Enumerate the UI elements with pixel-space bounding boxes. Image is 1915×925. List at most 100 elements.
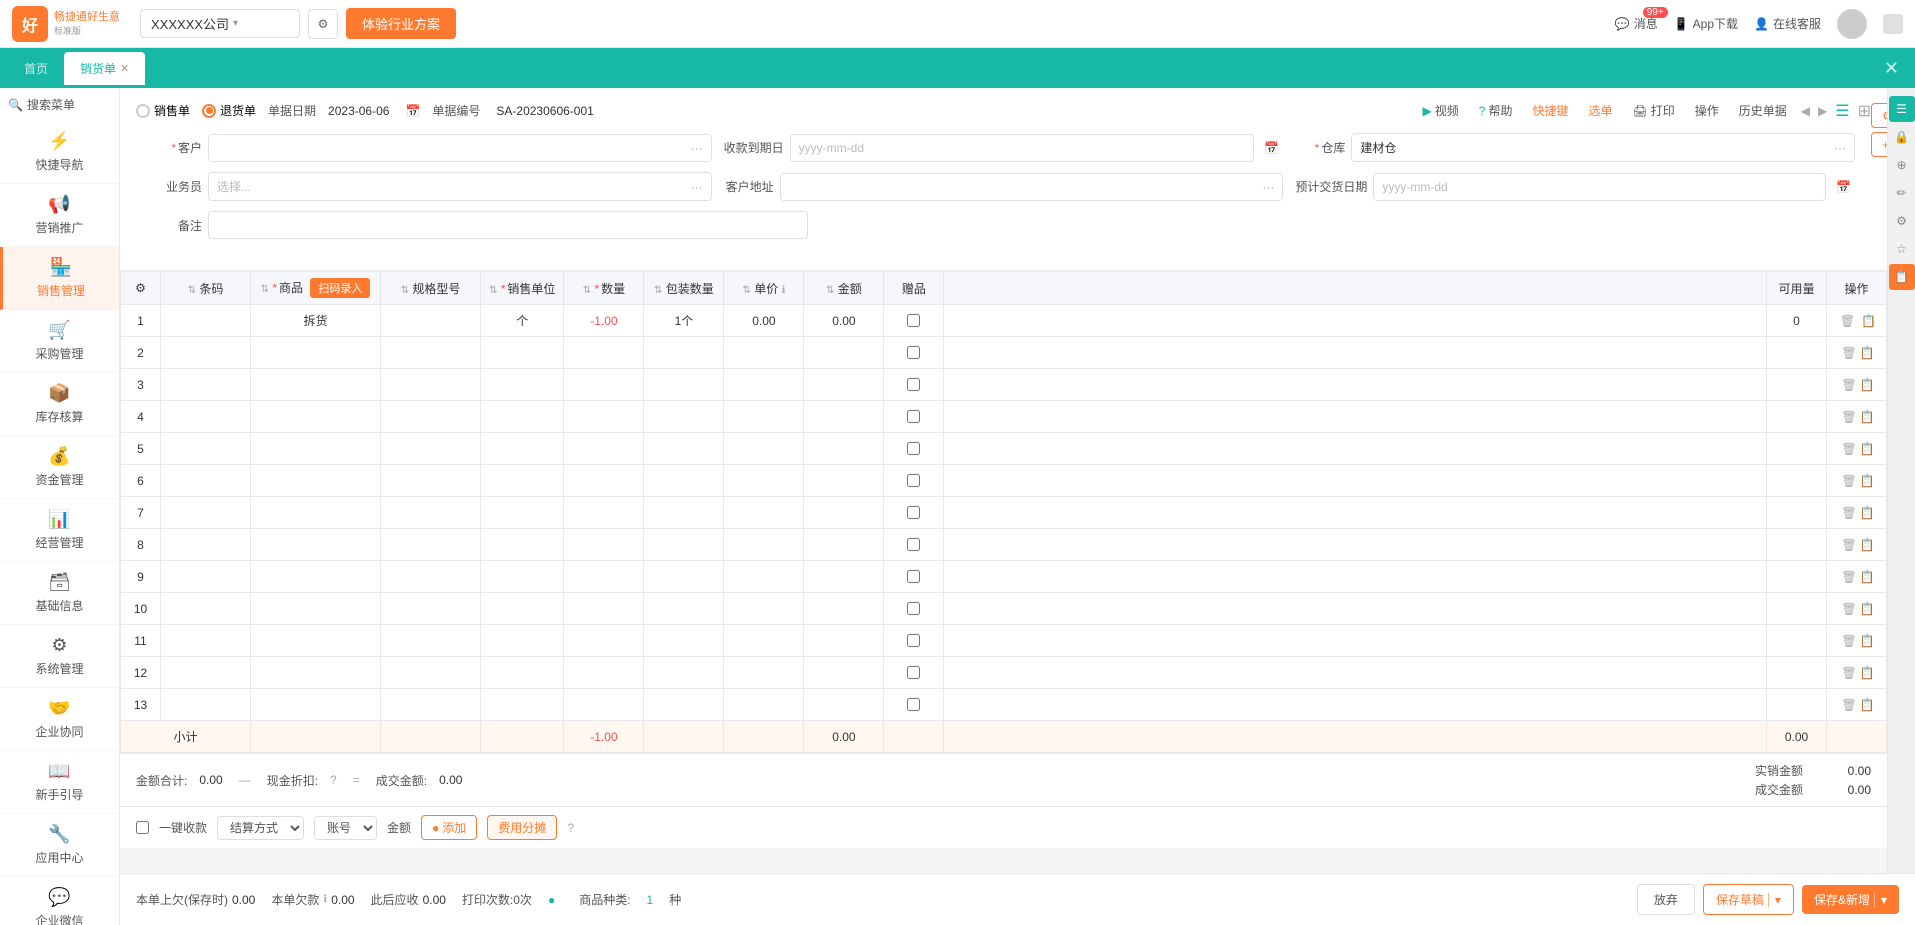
delete-row-icon[interactable]: 🗑 — [1841, 698, 1856, 712]
delete-row-icon[interactable]: 🗑 — [1841, 666, 1856, 680]
delete-row-icon[interactable]: 🗑 — [1841, 346, 1856, 360]
copy-row-icon[interactable]: 📋 — [1860, 506, 1875, 520]
copy-row-icon[interactable]: 📋 — [1860, 666, 1875, 680]
row-barcode[interactable] — [161, 305, 251, 337]
abandon-button[interactable]: 放弃 — [1637, 884, 1695, 915]
sidebar-item-purchase[interactable]: 🛒 采购管理 — [0, 310, 119, 373]
avatar[interactable] — [1837, 9, 1867, 39]
sidebar-item-wechat[interactable]: 💬 企业微信 — [0, 877, 119, 925]
right-panel-orange-icon[interactable]: 📋 — [1889, 264, 1915, 290]
tab-sale-order[interactable]: 销货单 ✕ — [64, 52, 145, 85]
price-info-icon[interactable]: ℹ — [782, 285, 786, 296]
scan-button[interactable]: 扫码录入 — [310, 278, 370, 298]
copy-row-icon[interactable]: 📋 — [1860, 634, 1875, 648]
tab-home[interactable]: 首页 — [8, 52, 64, 85]
online-service-btn[interactable]: 👤 在线客服 — [1754, 15, 1821, 32]
sidebar-item-finance[interactable]: 💰 资金管理 — [0, 436, 119, 499]
gift-checkbox[interactable] — [907, 378, 920, 391]
copy-row-icon[interactable]: 📋 — [1860, 538, 1875, 552]
sidebar-item-cooperation[interactable]: 🤝 企业协同 — [0, 688, 119, 751]
app-download-btn[interactable]: 📱 App下载 — [1674, 15, 1738, 32]
delete-row-icon[interactable]: 🗑 — [1840, 314, 1855, 328]
draft-caret-icon[interactable]: ▾ — [1768, 893, 1781, 907]
operate-btn[interactable]: 操作 — [1689, 100, 1725, 121]
gift-checkbox[interactable] — [907, 698, 920, 711]
setup-button[interactable]: ⚙ ⚙ 设置 — [1871, 103, 1887, 128]
gift-checkbox[interactable] — [907, 634, 920, 647]
copy-row-icon[interactable]: 📋 — [1861, 314, 1876, 328]
sort-icon-qty[interactable]: ⇅ — [583, 285, 591, 296]
delete-row-icon[interactable]: 🗑 — [1841, 410, 1856, 424]
video-btn[interactable]: ▶ 视频 — [1417, 100, 1465, 121]
delivery-date-input[interactable]: yyyy-mm-dd — [1373, 173, 1826, 201]
save-draft-button[interactable]: 保存草稿 ▾ — [1703, 884, 1794, 915]
delete-row-icon[interactable]: 🗑 — [1841, 442, 1856, 456]
nav-next-icon[interactable]: ▶ — [1818, 104, 1827, 118]
row-pack-qty[interactable]: 1个 — [644, 305, 724, 337]
grid-view-icon[interactable]: ⊞ — [1858, 101, 1871, 121]
settings-gear-icon[interactable]: ⚙ — [135, 281, 146, 295]
sidebar-item-marketing[interactable]: 📢 营销推广 — [0, 184, 119, 247]
delete-row-icon[interactable]: 🗑 — [1841, 378, 1856, 392]
product-type-icon[interactable]: ● — [548, 893, 555, 907]
payment-method-select[interactable]: 结算方式 — [217, 816, 304, 840]
copy-row-icon[interactable]: 📋 — [1860, 442, 1875, 456]
gift-checkbox[interactable] — [907, 570, 920, 583]
sort-icon-product[interactable]: ⇅ — [261, 284, 269, 295]
gift-checkbox[interactable] — [907, 538, 920, 551]
delete-row-icon[interactable]: 🗑 — [1841, 474, 1856, 488]
tab-close-icon[interactable]: ✕ — [120, 62, 129, 75]
help-btn[interactable]: ? 帮助 — [1473, 100, 1519, 121]
sort-icon-amount[interactable]: ⇅ — [826, 285, 834, 296]
shortcut-btn[interactable]: 快捷键 — [1526, 100, 1574, 121]
sidebar-item-basic[interactable]: 🗃 基础信息 — [0, 562, 119, 625]
sort-icon-spec[interactable]: ⇅ — [401, 285, 409, 296]
delete-row-icon[interactable]: 🗑 — [1841, 602, 1856, 616]
sidebar-item-system[interactable]: ⚙ 系统管理 — [0, 625, 119, 688]
sidebar-item-apps[interactable]: 🔧 应用中心 — [0, 814, 119, 877]
payment-due-calendar-icon[interactable]: 📅 — [1260, 141, 1283, 155]
right-panel-list-icon[interactable]: ☰ — [1889, 96, 1915, 122]
add-payment-button[interactable]: ● 添加 — [421, 815, 477, 840]
delivery-date-calendar-icon[interactable]: 📅 — [1832, 180, 1855, 194]
row-spec[interactable] — [381, 305, 481, 337]
payment-due-input[interactable]: yyyy-mm-dd — [790, 134, 1255, 162]
print-btn[interactable]: 🖨 打印 — [1627, 100, 1681, 121]
warehouse-input[interactable]: 建材仓 ··· — [1351, 133, 1855, 162]
discount-help-icon[interactable]: ? — [330, 773, 337, 787]
customer-addr-input[interactable]: ··· — [780, 173, 1284, 201]
copy-row-icon[interactable]: 📋 — [1860, 570, 1875, 584]
copy-row-icon[interactable]: 📋 — [1860, 410, 1875, 424]
gift-checkbox[interactable] — [907, 410, 920, 423]
choose-btn[interactable]: 选单 — [1582, 100, 1618, 121]
right-panel-lock-icon[interactable]: 🔒 — [1889, 124, 1915, 150]
expense-help-icon[interactable]: ? — [567, 821, 574, 835]
copy-row-icon[interactable]: 📋 — [1860, 346, 1875, 360]
one-click-checkbox[interactable] — [136, 821, 149, 834]
sidebar-item-sales[interactable]: 🏪 销售管理 — [0, 247, 119, 310]
product-type-val[interactable]: 1 — [647, 893, 654, 907]
right-panel-edit-icon[interactable]: ✏ — [1889, 180, 1915, 206]
sort-icon-pack[interactable]: ⇅ — [654, 285, 662, 296]
sidebar-item-guide[interactable]: 📖 新手引导 — [0, 751, 119, 814]
salesperson-input[interactable]: 选择... ··· — [208, 172, 712, 201]
copy-row-icon[interactable]: 📋 — [1860, 378, 1875, 392]
row-product[interactable]: 拆货 — [251, 305, 381, 337]
delete-row-icon[interactable]: 🗑 — [1841, 506, 1856, 520]
message-btn[interactable]: 💬 消息 99+ — [1615, 15, 1658, 32]
sort-icon-barcode[interactable]: ⇅ — [188, 285, 196, 296]
gift-checkbox[interactable] — [907, 346, 920, 359]
row-unit[interactable]: 个 — [481, 305, 564, 337]
delete-row-icon[interactable]: 🗑 — [1841, 634, 1856, 648]
tab-close-all-icon[interactable]: ✕ — [1884, 58, 1899, 79]
payment-account-select[interactable]: 账号 — [314, 816, 377, 840]
row-notes[interactable] — [944, 305, 1767, 337]
customer-input[interactable]: ··· — [208, 134, 712, 162]
row-qty[interactable]: -1.00 — [564, 305, 644, 337]
gift-checkbox[interactable] — [907, 474, 920, 487]
delete-row-icon[interactable]: 🗑 — [1841, 538, 1856, 552]
list-view-icon[interactable]: ☰ — [1835, 101, 1849, 121]
gift-checkbox[interactable] — [907, 506, 920, 519]
radio-sale-order[interactable]: 销售单 — [136, 102, 190, 119]
sidebar-item-operation[interactable]: 📊 经营管理 — [0, 499, 119, 562]
